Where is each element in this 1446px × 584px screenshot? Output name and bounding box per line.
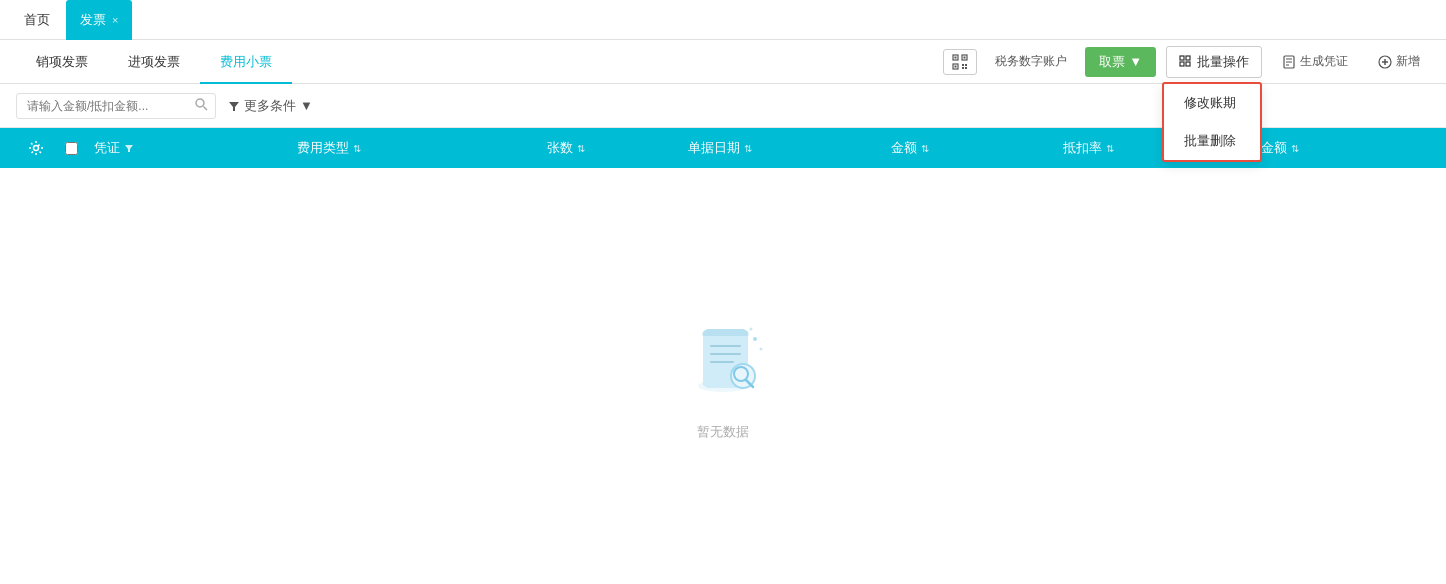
th-date[interactable]: 单据日期 ⇅ [680,139,883,157]
search-icon [194,97,208,111]
add-button[interactable]: 新增 [1368,47,1430,76]
dropdown-item-modify-period[interactable]: 修改账期 [1164,84,1260,122]
sub-tabs-right: 税务数字账户 取票 ▼ 批量操作 修改账期 批量删除 [943,46,1430,78]
empty-text: 暂无数据 [697,423,749,441]
svg-point-33 [753,337,757,341]
th-amount[interactable]: 金额 ⇅ [883,139,1055,157]
sub-tabs-bar: 销项发票 进项发票 费用小票 税务数字账户 取票 ▼ [0,40,1446,84]
filter-arrow: ▼ [300,98,313,113]
top-nav: 首页 发票 × [0,0,1446,40]
tab-sales-invoice[interactable]: 销项发票 [16,40,108,84]
svg-point-24 [34,146,39,151]
batch-operation-button[interactable]: 批量操作 [1166,46,1262,78]
svg-point-35 [750,328,753,331]
th-expense-type-sort: ⇅ [353,143,361,154]
get-invoice-arrow: ▼ [1129,54,1142,69]
nav-tab-close[interactable]: × [112,0,118,40]
filter-icon [228,100,240,112]
search-button[interactable] [194,97,208,114]
generate-voucher-label: 生成凭证 [1300,53,1348,70]
th-checkbox[interactable] [56,142,86,155]
voucher-filter-icon [124,143,134,153]
th-rate-label: 抵扣率 [1063,139,1102,157]
sub-tabs-left: 销项发票 进项发票 费用小票 [16,40,292,83]
voucher-icon [1282,55,1296,69]
svg-point-34 [760,348,763,351]
svg-rect-11 [1186,56,1190,60]
th-amount-label: 金额 [891,139,917,157]
svg-rect-5 [955,65,957,67]
get-invoice-label: 取票 [1099,53,1125,71]
select-all-checkbox[interactable] [65,142,78,155]
th-count-sort: ⇅ [577,143,585,154]
add-icon [1378,55,1392,69]
search-wrapper [16,93,216,119]
svg-rect-13 [1186,62,1190,66]
svg-rect-1 [955,56,957,58]
settings-icon [28,140,44,156]
svg-rect-12 [1180,62,1184,66]
tax-digital-account-button[interactable]: 税务数字账户 [987,49,1075,74]
empty-illustration [673,311,773,411]
qr-code-button[interactable] [943,49,977,75]
th-count[interactable]: 张数 ⇅ [539,139,680,157]
svg-point-21 [196,99,204,107]
th-rate-sort: ⇅ [1106,143,1114,154]
svg-rect-9 [965,67,967,69]
tab-income-invoice[interactable]: 进项发票 [108,40,200,84]
svg-line-22 [204,107,208,111]
filter-btn-label: 更多条件 [244,97,296,115]
th-deduct-amount-sort: ⇅ [1291,143,1299,154]
th-voucher-label: 凭证 [94,139,120,157]
svg-rect-10 [1180,56,1184,60]
svg-rect-6 [962,64,964,66]
th-expense-type-label: 费用类型 [297,139,349,157]
more-filters-button[interactable]: 更多条件 ▼ [228,97,313,115]
batch-dropdown-menu: 修改账期 批量删除 [1162,82,1262,162]
search-input[interactable] [16,93,216,119]
th-settings[interactable] [16,140,56,156]
svg-rect-8 [962,67,964,69]
batch-operation-label: 批量操作 [1197,53,1249,71]
tab-expense-ticket[interactable]: 费用小票 [200,40,292,84]
nav-tab-label: 发票 [80,0,106,40]
generate-voucher-button[interactable]: 生成凭证 [1272,47,1358,76]
th-count-label: 张数 [547,139,573,157]
svg-rect-3 [964,56,966,58]
nav-home[interactable]: 首页 [12,0,62,40]
svg-marker-25 [125,145,133,152]
svg-rect-7 [965,64,967,66]
qr-icon [952,54,968,70]
nav-tab-invoice[interactable]: 发票 × [66,0,132,40]
batch-wrapper: 批量操作 修改账期 批量删除 [1166,46,1262,78]
svg-marker-23 [229,102,239,111]
th-expense-type[interactable]: 费用类型 ⇅ [289,139,539,157]
th-amount-sort: ⇅ [921,143,929,154]
batch-icon [1179,55,1193,69]
empty-state: 暂无数据 [0,168,1446,584]
th-date-label: 单据日期 [688,139,740,157]
add-label: 新增 [1396,53,1420,70]
get-invoice-button[interactable]: 取票 ▼ [1085,47,1156,77]
dropdown-item-batch-delete[interactable]: 批量删除 [1164,122,1260,160]
th-date-sort: ⇅ [744,143,752,154]
th-voucher[interactable]: 凭证 [86,139,289,157]
